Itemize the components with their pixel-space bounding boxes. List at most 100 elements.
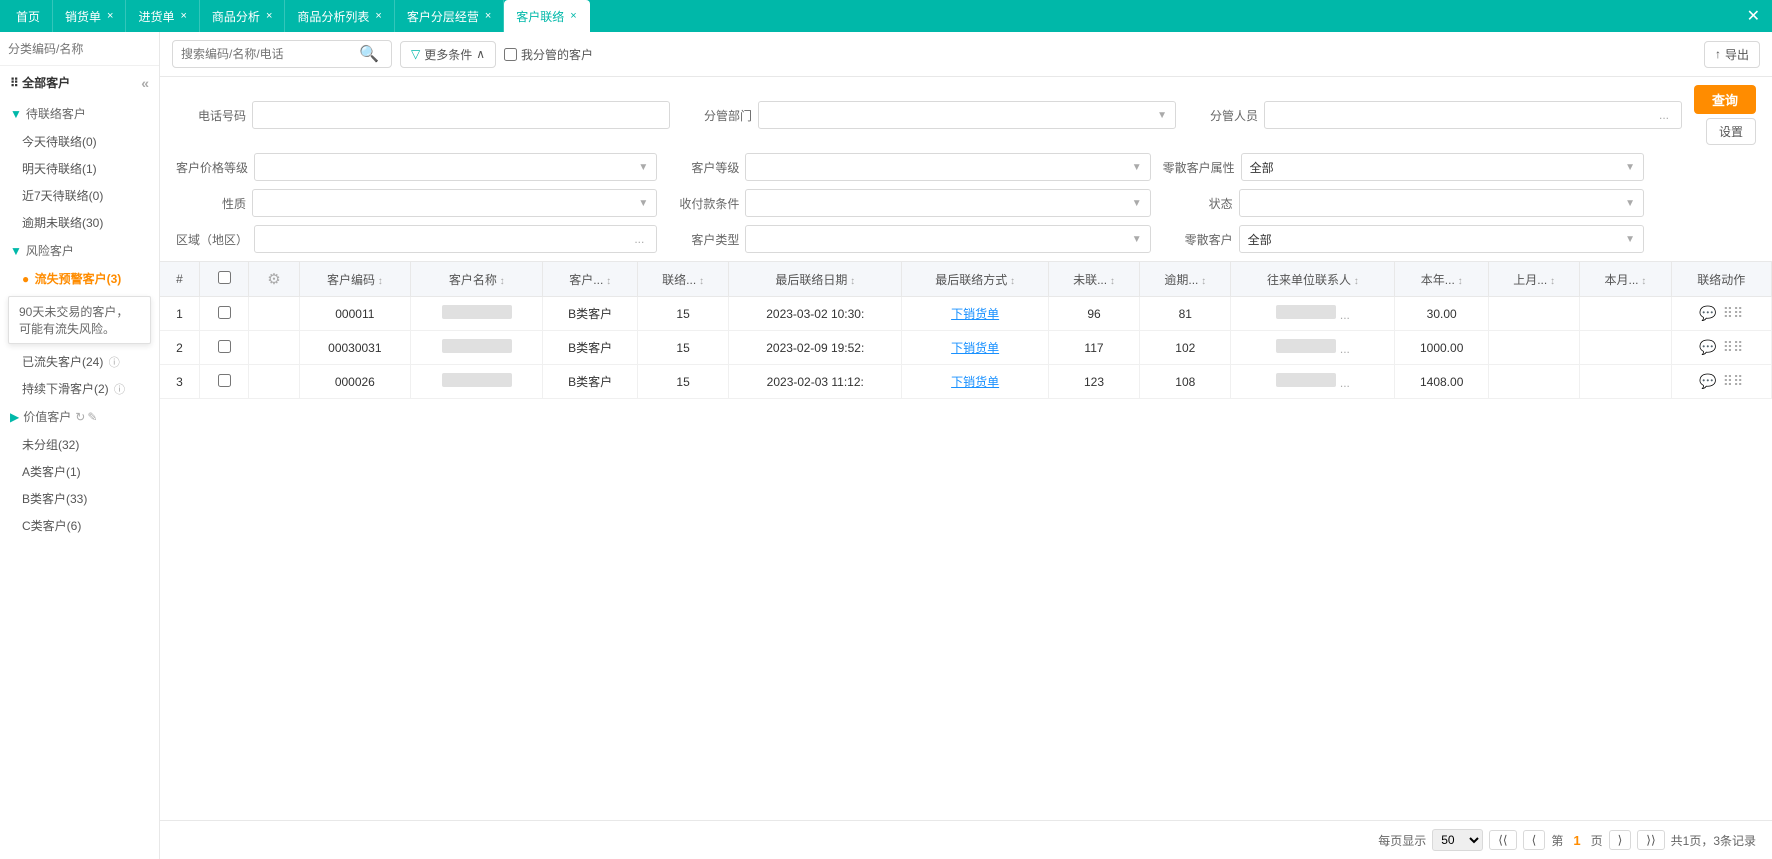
window-close-icon[interactable]: ✕ [1739, 6, 1768, 26]
filter-dots-region[interactable]: ... [630, 232, 648, 246]
contact-method-link[interactable]: 下销货单 [951, 375, 999, 389]
cell-settings [249, 297, 299, 331]
th-overdue[interactable]: 逾期... [1140, 262, 1231, 297]
sidebar-item-downgrade[interactable]: 持续下滑客户(2) ⓘ [0, 375, 159, 402]
sidebar-group-pending[interactable]: ▼ 待联络客户 [0, 99, 159, 128]
sidebar-collapse-btn[interactable]: « [141, 75, 149, 91]
cell-this-month [1580, 297, 1671, 331]
cell-last-contact-method[interactable]: 下销货单 [902, 365, 1049, 399]
tab-sales[interactable]: 销货单 × [53, 0, 126, 32]
filter-select-dept[interactable]: ▼ [758, 101, 1176, 129]
select-all-checkbox[interactable] [218, 271, 231, 284]
cell-last-contact-method[interactable]: 下销货单 [902, 331, 1049, 365]
setting-button[interactable]: 设置 [1706, 118, 1756, 145]
tab-close-customer-tier[interactable]: × [485, 10, 491, 22]
cell-settings [249, 365, 299, 399]
my-customers-label: 我分管的客户 [521, 46, 593, 63]
tab-home[interactable]: 首页 [4, 0, 53, 32]
th-last-month[interactable]: 上月... [1488, 262, 1579, 297]
sidebar-group-risk[interactable]: ▼ 风险客户 [0, 236, 159, 265]
sidebar-item-today[interactable]: 今天待联络(0) [0, 128, 159, 155]
refresh-icon[interactable]: ↻ [75, 410, 85, 424]
search-input[interactable] [181, 47, 355, 61]
sidebar-item-ungroup[interactable]: 未分组(32) [0, 431, 159, 458]
page-next-btn[interactable]: ⟩ [1609, 830, 1632, 850]
tab-close-customer-contact[interactable]: × [570, 10, 576, 22]
chevron-down-icon-type: ▼ [1132, 234, 1142, 245]
filter-select-status[interactable]: ▼ [1239, 189, 1644, 217]
tab-close-purchase[interactable]: × [180, 10, 186, 22]
th-last-contact-method[interactable]: 最后联络方式 [902, 262, 1049, 297]
my-customers-checkbox[interactable] [504, 48, 517, 61]
filter-input-phone[interactable] [252, 101, 670, 129]
tab-purchase[interactable]: 进货单 × [126, 0, 199, 32]
arrow-right-icon: ▶ [10, 410, 19, 424]
settings-icon[interactable]: ⚙ [267, 271, 280, 288]
page-prev-btn[interactable]: ⟨ [1523, 830, 1546, 850]
action-chat-icon[interactable]: 💬 [1699, 339, 1716, 356]
action-chat-icon[interactable]: 💬 [1699, 373, 1716, 390]
sidebar-item-a-class[interactable]: A类客户(1) [0, 458, 159, 485]
filter-select-customer-tier[interactable]: ▼ [745, 153, 1150, 181]
tab-close-sales[interactable]: × [107, 10, 113, 22]
sidebar-item-c-class[interactable]: C类客户(6) [0, 512, 159, 539]
edit-icon[interactable]: ✎ [87, 410, 97, 424]
filter-more-btn[interactable]: ▽ 更多条件 ∧ [400, 41, 496, 68]
tab-customer-contact[interactable]: 客户联络 × [504, 0, 589, 32]
sidebar-group-value[interactable]: ▶ 价值客户 ↻ ✎ [0, 402, 159, 431]
th-type[interactable]: 客户... [543, 262, 638, 297]
page-first-btn[interactable]: ⟨⟨ [1489, 830, 1516, 850]
sidebar-item-7days[interactable]: 近7天待联络(0) [0, 182, 159, 209]
cell-unit-contacts: ... [1231, 331, 1395, 365]
search-button[interactable]: 🔍 [355, 44, 383, 64]
th-settings[interactable]: ⚙ [249, 262, 299, 297]
cell-this-year: 1000.00 [1395, 331, 1489, 365]
filter-select-customer-type[interactable]: ▼ [745, 225, 1150, 253]
tab-analysis-list[interactable]: 商品分析列表 × [285, 0, 394, 32]
tab-analysis[interactable]: 商品分析 × [200, 0, 285, 32]
cell-last-contact-method[interactable]: 下销货单 [902, 297, 1049, 331]
query-button[interactable]: 查询 [1694, 85, 1756, 114]
sidebar-item-overdue[interactable]: 逾期未联络(30) [0, 209, 159, 236]
tab-close-analysis[interactable]: × [266, 10, 272, 22]
filter-dots-person[interactable]: ... [1655, 108, 1673, 122]
contact-method-link[interactable]: 下销货单 [951, 341, 999, 355]
th-this-year[interactable]: 本年... [1395, 262, 1489, 297]
page-size-select[interactable]: 50 20 100 [1432, 829, 1483, 851]
arrow-down-icon: ▼ [10, 107, 22, 121]
th-code[interactable]: 客户编码 [299, 262, 411, 297]
action-more-icon[interactable]: ⠿⠿ [1723, 305, 1744, 322]
filter-row-1: 电话号码 分管部门 ▼ 分管人员 ... [176, 85, 1756, 145]
filter-select-nature[interactable]: ▼ [252, 189, 657, 217]
contact-method-link[interactable]: 下销货单 [951, 307, 999, 321]
chevron-down-icon: ∧ [476, 47, 485, 61]
action-chat-icon[interactable]: 💬 [1699, 305, 1716, 322]
sidebar-item-b-class[interactable]: B类客户(33) [0, 485, 159, 512]
export-button[interactable]: ↑ 导出 [1704, 41, 1760, 68]
action-more-icon[interactable]: ⠿⠿ [1723, 339, 1744, 356]
sidebar-search-input[interactable] [8, 42, 160, 56]
action-more-icon[interactable]: ⠿⠿ [1723, 373, 1744, 390]
tab-customer-tier[interactable]: 客户分层经营 × [395, 0, 504, 32]
filter-select-zero-customer[interactable]: 全部 ▼ [1239, 225, 1644, 253]
filter-select-scattered[interactable]: 全部 ▼ [1241, 153, 1644, 181]
th-last-contact-date[interactable]: 最后联络日期 [729, 262, 902, 297]
row-checkbox-2[interactable] [218, 374, 231, 387]
th-name[interactable]: 客户名称 [411, 262, 543, 297]
page-num: 1 [1569, 833, 1584, 848]
sidebar-item-tomorrow[interactable]: 明天待联络(1) [0, 155, 159, 182]
sidebar-item-churned[interactable]: 已流失客户(24) ⓘ [0, 348, 159, 375]
th-uncontacted[interactable]: 未联... [1048, 262, 1139, 297]
tab-close-analysis-list[interactable]: × [375, 10, 381, 22]
th-contact[interactable]: 联络... [637, 262, 728, 297]
row-checkbox-1[interactable] [218, 340, 231, 353]
sidebar-item-churn-risk[interactable]: ● 流失预警客户(3) [0, 265, 159, 292]
sidebar-search-wrap: 🔍 [0, 32, 159, 66]
my-customers-checkbox-wrap[interactable]: 我分管的客户 [504, 46, 593, 63]
row-checkbox-0[interactable] [218, 306, 231, 319]
page-last-btn[interactable]: ⟩⟩ [1637, 830, 1664, 850]
filter-select-price-tier[interactable]: ▼ [254, 153, 657, 181]
th-this-month[interactable]: 本月... [1580, 262, 1671, 297]
th-unit-contacts[interactable]: 往来单位联系人 [1231, 262, 1395, 297]
filter-select-payment[interactable]: ▼ [745, 189, 1150, 217]
